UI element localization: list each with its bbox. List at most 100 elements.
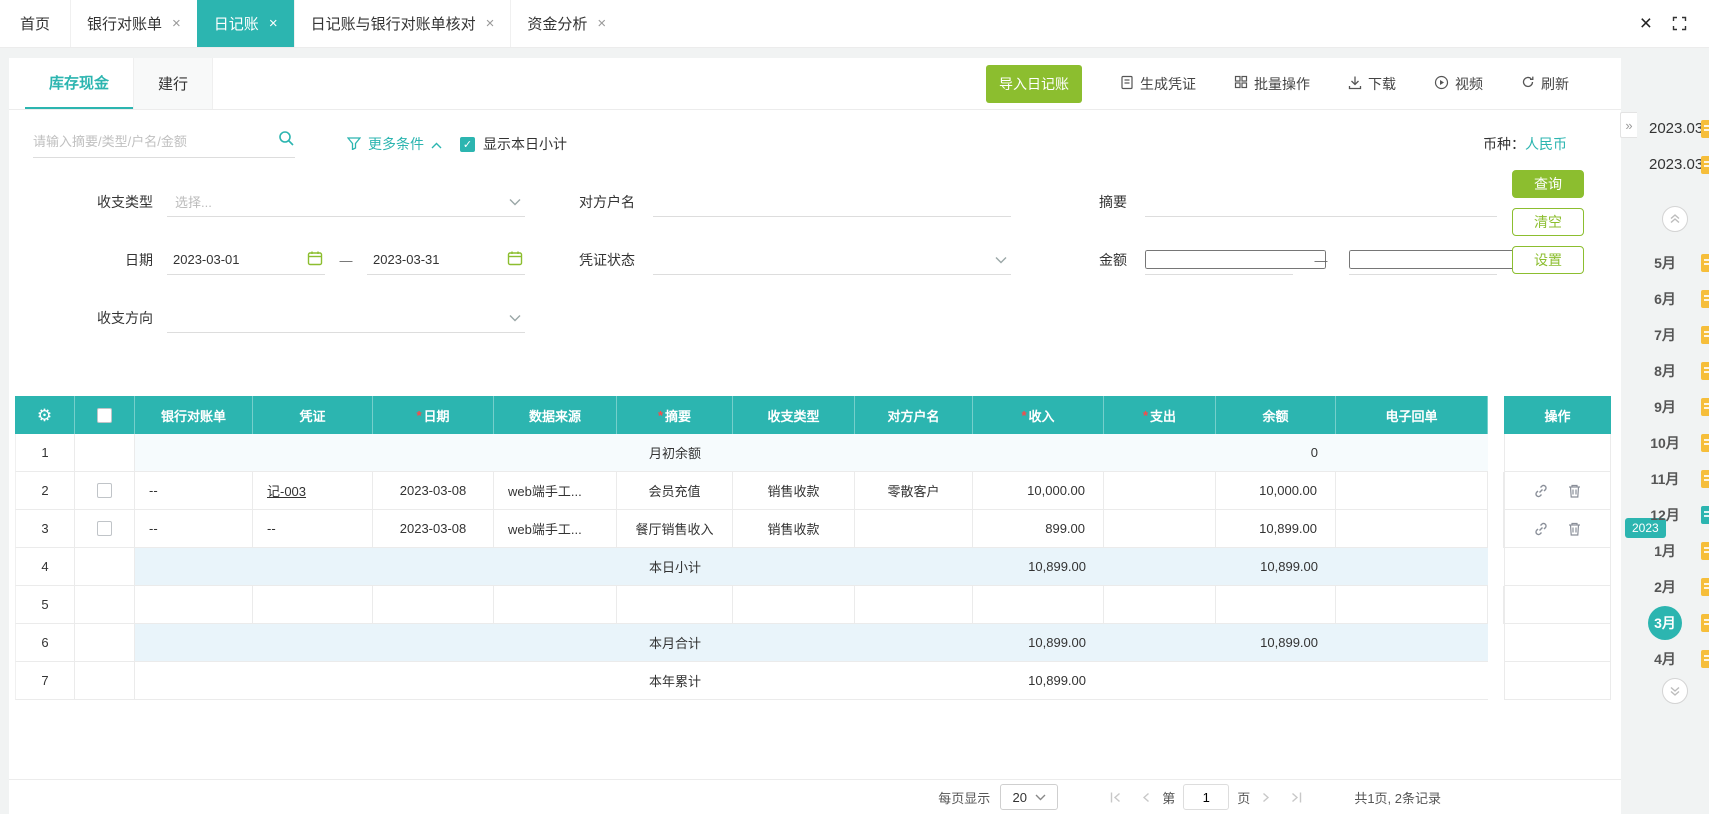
next-page-icon[interactable]	[1259, 791, 1272, 804]
generate-voucher-button[interactable]: 生成凭证	[1120, 74, 1196, 94]
query-button[interactable]: 查询	[1512, 170, 1584, 198]
timeline-month-7[interactable]: 11月	[1621, 462, 1709, 496]
month-doc-icon[interactable]	[1701, 434, 1709, 452]
period-doc-icon[interactable]	[1701, 156, 1709, 174]
settings-button[interactable]: 设置	[1512, 246, 1584, 274]
delete-icon[interactable]	[1567, 521, 1582, 537]
video-button[interactable]: 视频	[1434, 74, 1483, 94]
date-to-input[interactable]: 2023-03-31	[367, 245, 525, 275]
tab-2[interactable]: 日记账与银行对账单核对 ×	[293, 0, 511, 47]
tab-strip: 银行对账单 × 日记账 × 日记账与银行对账单核对 × 资金分析 ×	[70, 0, 622, 47]
month-doc-icon[interactable]	[1701, 614, 1709, 632]
calendar-icon[interactable]	[507, 250, 523, 269]
cell-counterparty	[855, 586, 973, 624]
month-doc-icon[interactable]	[1701, 326, 1709, 344]
timeline-month-2[interactable]: 6月	[1621, 282, 1709, 316]
show-subtotal-checkbox[interactable]: ✓ 显示本日小计	[460, 134, 567, 154]
month-doc-icon[interactable]	[1701, 398, 1709, 416]
voucher-status-select[interactable]	[653, 245, 1011, 275]
search-box	[33, 130, 295, 158]
cell-receipt	[1336, 586, 1488, 624]
page-number-input[interactable]	[1183, 784, 1230, 810]
cell-expense	[1104, 662, 1216, 700]
timeline-month-9[interactable]: 1月	[1621, 534, 1709, 568]
fullscreen-icon[interactable]	[1672, 16, 1687, 31]
type-select[interactable]: 选择...	[167, 187, 525, 217]
timeline-month-10[interactable]: 2月	[1621, 570, 1709, 604]
batch-operation-button[interactable]: 批量操作	[1234, 74, 1310, 94]
delete-icon[interactable]	[1567, 483, 1582, 499]
month-doc-icon[interactable]	[1701, 506, 1709, 524]
tab-close-icon[interactable]: ×	[172, 15, 181, 32]
timeline-month-11[interactable]: 3月	[1621, 606, 1709, 640]
refresh-button[interactable]: 刷新	[1521, 74, 1569, 94]
period-doc-icon[interactable]	[1701, 120, 1709, 138]
month-doc-icon[interactable]	[1701, 362, 1709, 380]
direction-select[interactable]	[167, 303, 525, 333]
currency-value[interactable]: 人民币	[1525, 136, 1567, 152]
voucher-link[interactable]: 记-003	[267, 481, 306, 500]
timeline-month-6[interactable]: 10月	[1621, 426, 1709, 460]
more-conditions-toggle[interactable]: 更多条件	[346, 134, 442, 154]
month-doc-icon[interactable]	[1701, 542, 1709, 560]
cell-balance	[1216, 586, 1336, 624]
select-all-checkbox[interactable]	[97, 407, 112, 423]
timeline-month-12[interactable]: 4月	[1621, 642, 1709, 676]
cell-income: 899.00	[973, 510, 1104, 548]
timeline-month-5[interactable]: 9月	[1621, 390, 1709, 424]
first-page-icon[interactable]	[1109, 791, 1122, 804]
amount-min-input[interactable]	[1145, 250, 1326, 269]
month-doc-icon[interactable]	[1701, 290, 1709, 308]
timeline-month-8[interactable]: 12月	[1621, 498, 1709, 532]
timeline-month-3[interactable]: 7月	[1621, 318, 1709, 352]
close-all-tabs-icon[interactable]: ×	[1640, 13, 1652, 34]
calendar-icon[interactable]	[307, 250, 323, 269]
attachment-link-icon[interactable]	[1533, 521, 1549, 537]
amount-range-dash: —	[1314, 252, 1328, 268]
tab-close-icon[interactable]: ×	[269, 15, 278, 32]
cell-expense	[1104, 434, 1216, 472]
download-button[interactable]: 下载	[1348, 74, 1396, 94]
tab-close-icon[interactable]: ×	[486, 15, 495, 32]
clear-button[interactable]: 清空	[1512, 208, 1584, 236]
search-icon[interactable]	[278, 130, 295, 152]
last-page-icon[interactable]	[1290, 791, 1303, 804]
period-display[interactable]: 2023.03	[1649, 120, 1703, 137]
summary-input[interactable]	[1153, 194, 1493, 209]
period-option[interactable]: 2023.03	[1649, 156, 1703, 173]
per-page-select[interactable]: 20	[1000, 784, 1059, 810]
scroll-down-icon[interactable]	[1662, 678, 1688, 704]
row-checkbox[interactable]	[97, 521, 112, 536]
tab-3[interactable]: 资金分析 ×	[510, 0, 622, 47]
date-to-value: 2023-03-31	[373, 252, 440, 267]
cell-balance: 10,899.00	[1216, 510, 1336, 548]
currency-label: 币种：	[1483, 136, 1525, 152]
counterparty-input[interactable]	[661, 194, 1007, 209]
timeline-month-1[interactable]: 5月	[1621, 246, 1709, 280]
tab-close-icon[interactable]: ×	[597, 15, 606, 32]
amount-max-input[interactable]	[1349, 250, 1530, 269]
month-doc-icon[interactable]	[1701, 254, 1709, 272]
timeline-month-4[interactable]: 8月	[1621, 354, 1709, 388]
gear-icon[interactable]: ⚙	[37, 407, 52, 424]
row-checkbox[interactable]	[97, 483, 112, 498]
prev-page-icon[interactable]	[1140, 791, 1153, 804]
cell-summary: 本月合计	[617, 624, 733, 662]
month-doc-icon[interactable]	[1701, 470, 1709, 488]
scroll-up-icon[interactable]	[1662, 206, 1688, 232]
tab-1[interactable]: 日记账 ×	[196, 0, 294, 47]
import-journal-button[interactable]: 导入日记账	[986, 64, 1082, 103]
page-prefix-label: 第	[1162, 790, 1176, 806]
date-from-input[interactable]: 2023-03-01	[167, 245, 325, 275]
tab-home[interactable]: 首页	[0, 0, 70, 47]
subtab-cash[interactable]: 库存现金	[25, 58, 134, 109]
subtab-ccb[interactable]: 建行	[133, 58, 214, 109]
month-doc-icon[interactable]	[1701, 650, 1709, 668]
month-doc-icon[interactable]	[1701, 578, 1709, 596]
cell-bank: --	[135, 472, 253, 510]
cell-date	[373, 624, 494, 662]
attachment-link-icon[interactable]	[1533, 483, 1549, 499]
tab-0[interactable]: 银行对账单 ×	[70, 0, 197, 47]
search-input[interactable]	[33, 133, 278, 149]
collapse-sidebar-icon[interactable]: »	[1620, 112, 1637, 138]
